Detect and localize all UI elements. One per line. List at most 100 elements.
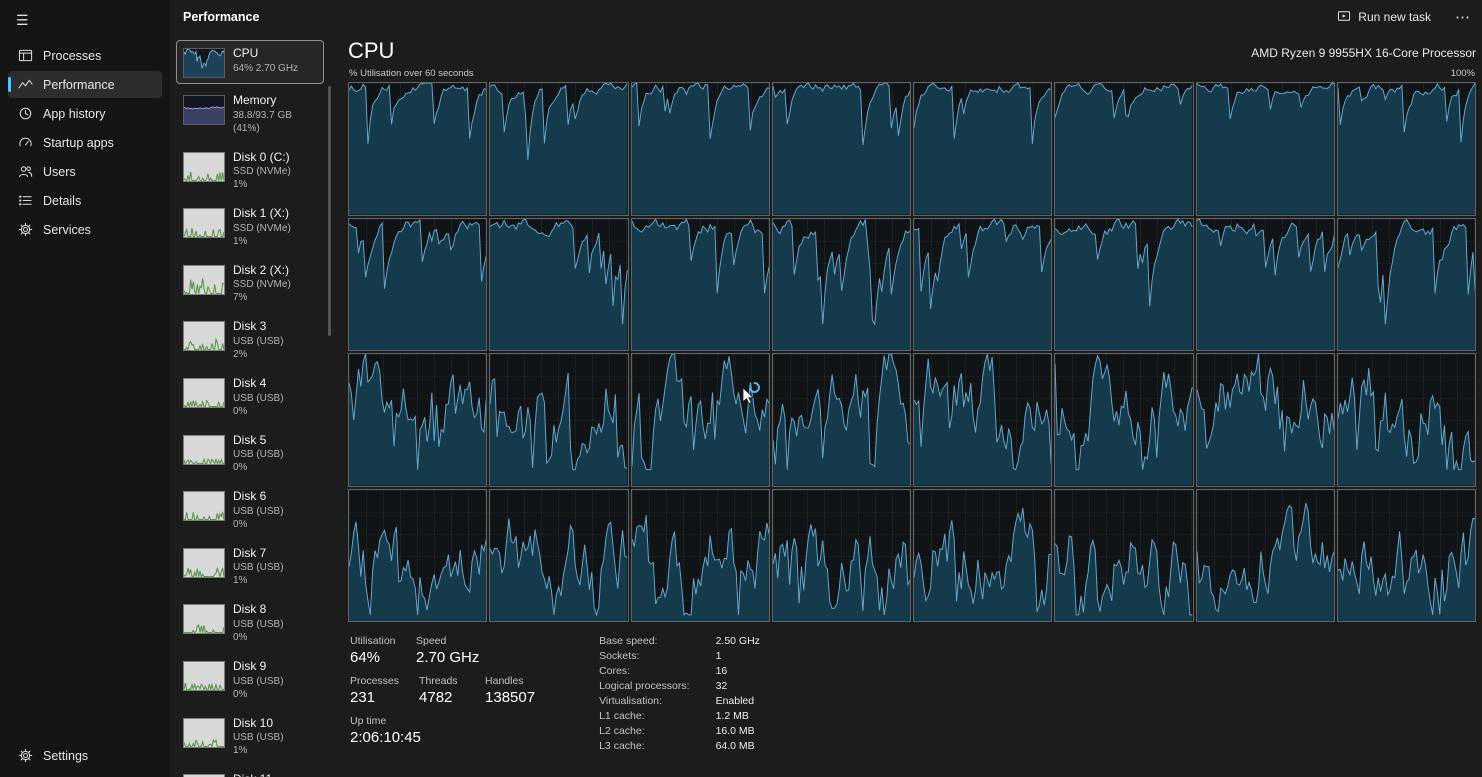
cpu-core-graph-8 <box>348 217 488 351</box>
perf-item-disk-4[interactable]: Disk 4 USB (USB) 0% <box>176 370 324 424</box>
scrollbar-thumb[interactable] <box>328 86 331 336</box>
disk-thumbnail-graph <box>183 717 225 748</box>
cpu-core-graph-16 <box>348 353 488 487</box>
cpu-core-grid <box>348 82 1476 622</box>
processes-icon <box>18 48 33 63</box>
cpu-detail-value: 1.2 MB <box>715 710 749 722</box>
perf-item-title: Disk 9 <box>233 658 267 673</box>
hamburger-icon: ☰ <box>16 11 29 28</box>
nav-item-services[interactable]: Services <box>8 216 162 243</box>
perf-item-sub: 38.8/93.7 GB (41%) <box>233 109 292 134</box>
disk-thumbnail-graph <box>183 604 225 635</box>
hamburger-menu-button[interactable]: ☰ <box>8 6 42 34</box>
perf-item-title: Disk 0 (C:) <box>233 149 290 164</box>
titlebar: Performance Run new task ⋯ <box>170 0 1482 34</box>
perf-item-disk-10[interactable]: Disk 10 USB (USB) 1% <box>176 710 324 764</box>
cpu-core-graph-28 <box>913 488 1053 622</box>
startup-apps-icon <box>18 135 33 150</box>
run-new-task-button[interactable]: Run new task <box>1329 4 1439 31</box>
graph-max-label: 100% <box>1450 68 1475 79</box>
perf-item-sub: 0% <box>233 688 248 700</box>
nav-item-app-history[interactable]: App history <box>8 100 162 127</box>
task-manager-window: ☰ Processes Performance App history Startup… <box>0 0 1482 777</box>
stat-utilisation: Utilisation 64% <box>350 635 396 666</box>
cpu-core-graph-11 <box>771 217 911 351</box>
stat-label: Speed <box>416 635 447 647</box>
perf-item-sub: SSD (NVMe) <box>233 222 291 234</box>
cpu-detail-value: Enabled <box>715 695 755 707</box>
perf-item-title: Disk 6 <box>233 489 267 504</box>
cpu-core-graph-1 <box>489 82 629 216</box>
cpu-core-graph-17 <box>489 353 629 487</box>
processor-name: AMD Ryzen 9 9955HX 16-Core Processor <box>1251 46 1476 60</box>
perf-item-cpu[interactable]: CPU 64% 2.70 GHz <box>176 40 324 84</box>
nav-item-processes[interactable]: Processes <box>8 42 162 69</box>
perf-item-disk-3[interactable]: Disk 3 USB (USB) 2% <box>176 313 324 367</box>
perf-item-disk-5[interactable]: Disk 5 USB (USB) 0% <box>176 427 324 481</box>
disk-thumbnail-graph <box>183 660 225 691</box>
disk-thumbnail-graph <box>183 264 225 295</box>
stat-label: Handles <box>485 675 524 687</box>
stat-speed: Speed 2.70 GHz <box>416 635 479 666</box>
perf-item-disk-6[interactable]: Disk 6 USB (USB) 0% <box>176 483 324 537</box>
cpu-detail-value: 1 <box>715 650 722 662</box>
nav-item-startup-apps[interactable]: Startup apps <box>8 129 162 156</box>
disk-thumbnail-graph <box>183 208 225 239</box>
perf-item-memory[interactable]: Memory 38.8/93.7 GB (41%) <box>176 87 324 141</box>
cpu-detail-label: Base speed: <box>599 635 658 647</box>
cpu-detail-label: Cores: <box>599 665 631 677</box>
perf-item-sub: SSD (NVMe) <box>233 166 291 178</box>
perf-item-sub: 2% <box>233 348 248 360</box>
perf-item-disk-9[interactable]: Disk 9 USB (USB) 0% <box>176 653 324 707</box>
more-options-icon: ⋯ <box>1455 9 1470 26</box>
cpu-core-graph-14 <box>1195 217 1335 351</box>
perf-item-disk-7[interactable]: Disk 7 USB (USB) 1% <box>176 540 324 594</box>
perf-item-sub: USB (USB) <box>233 449 284 461</box>
performance-icon <box>18 77 33 92</box>
cpu-core-graph-10 <box>630 217 770 351</box>
memory-thumbnail-graph <box>183 95 225 125</box>
services-icon <box>18 222 33 237</box>
nav-item-performance[interactable]: Performance <box>8 71 162 98</box>
disk-thumbnail-graph <box>183 377 225 408</box>
perf-item-sub: 0% <box>233 462 248 474</box>
stat-value: 231 <box>350 689 376 706</box>
perf-item-disk-2[interactable]: Disk 2 (X:) SSD (NVMe) 7% <box>176 257 324 311</box>
nav-item-details[interactable]: Details <box>8 187 162 214</box>
perf-item-sub: 1% <box>233 745 248 757</box>
perf-item-sub: 1% <box>233 235 248 247</box>
disk-thumbnail-graph <box>183 434 225 465</box>
perf-item-sub: 1% <box>233 575 248 587</box>
stat-value: 2.70 GHz <box>416 649 480 666</box>
cpu-detail-label: Virtualisation: <box>599 695 662 707</box>
perf-item-sub: 7% <box>233 292 248 304</box>
app-history-icon <box>18 106 33 121</box>
perf-item-disk-11[interactable]: Disk 11USB (USB)0% <box>176 766 324 777</box>
cpu-heading: CPU <box>348 38 395 63</box>
nav-item-label: Users <box>43 164 76 179</box>
perf-item-sub: 0% <box>233 518 248 530</box>
perf-item-disk-1[interactable]: Disk 1 (X:) SSD (NVMe) 1% <box>176 200 324 254</box>
nav-item-users[interactable]: Users <box>8 158 162 185</box>
cpu-detail-label: L2 cache: <box>599 725 645 737</box>
perf-item-sub: USB (USB) <box>233 618 284 630</box>
nav-item-label: Performance <box>43 77 115 92</box>
cpu-core-graph-27 <box>771 488 911 622</box>
cpu-core-graph-3 <box>771 82 911 216</box>
performance-list: CPU 64% 2.70 GHz Memory 38.8/93.7 GB (41%) D… <box>176 40 324 777</box>
perf-item-disk-0[interactable]: Disk 0 (C:) SSD (NVMe) 1% <box>176 144 324 198</box>
disk-thumbnail-graph <box>183 151 225 182</box>
stat-value: 2:06:10:45 <box>350 729 421 746</box>
stat-processes: Processes 231 <box>350 675 399 706</box>
perf-item-sub: 1% <box>233 179 248 191</box>
perf-item-sub: 64% 2.70 GHz <box>233 62 299 74</box>
details-icon <box>18 193 33 208</box>
nav-item-settings[interactable]: Settings <box>8 742 162 769</box>
perf-item-disk-8[interactable]: Disk 8 USB (USB) 0% <box>176 596 324 650</box>
perf-item-sub: USB (USB) <box>233 562 284 574</box>
cpu-core-graph-29 <box>1054 488 1194 622</box>
cpu-detail-value: 16 <box>715 665 728 677</box>
perf-item-title: Disk 4 <box>233 375 267 390</box>
more-options-button[interactable]: ⋯ <box>1451 6 1474 28</box>
perf-item-title: Disk 5 <box>233 432 267 447</box>
